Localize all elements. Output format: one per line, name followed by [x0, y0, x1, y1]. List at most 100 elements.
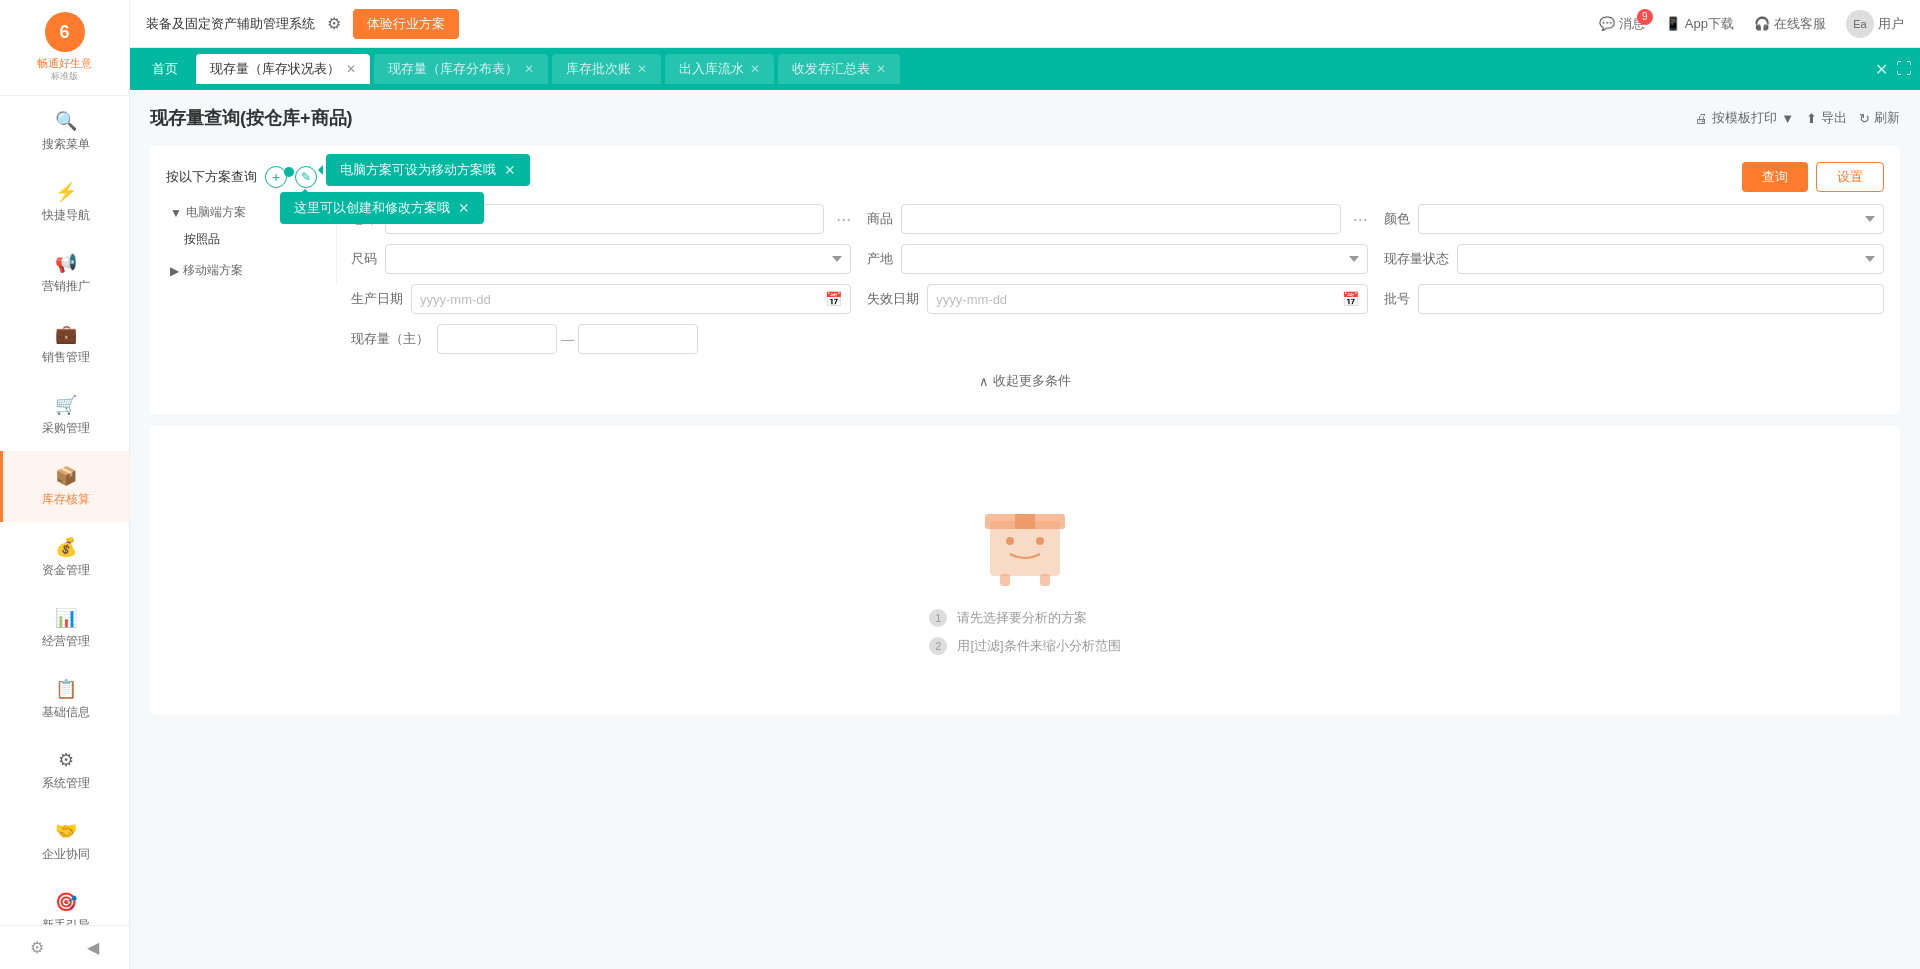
- sidebar-settings-button[interactable]: ⚙: [30, 938, 44, 957]
- sidebar-item-guide[interactable]: 🎯 新手引导: [0, 877, 129, 925]
- user-item[interactable]: Ea 用户: [1846, 10, 1904, 38]
- top-header: 装备及固定资产辅助管理系统 ⚙ 体验行业方案 💬 消息 9 📱 App下载 🎧 …: [130, 0, 1920, 48]
- support-icon: 🎧: [1754, 16, 1770, 31]
- refresh-button[interactable]: ↻ 刷新: [1859, 109, 1900, 127]
- goods-input[interactable]: [901, 204, 1340, 234]
- reset-button[interactable]: 设置: [1816, 162, 1884, 192]
- sidebar-item-label: 库存核算: [42, 491, 90, 508]
- tab-inventory-dist[interactable]: 现存量（库存分布表） ✕: [374, 54, 548, 84]
- support-item[interactable]: 🎧 在线客服: [1754, 15, 1826, 33]
- origin-select[interactable]: [901, 244, 1367, 274]
- tab-batch[interactable]: 库存批次账 ✕: [552, 54, 661, 84]
- scheme-tooltip: 电脑方案可设为移动方案哦 ✕: [326, 154, 530, 186]
- industry-btn[interactable]: 体验行业方案: [353, 9, 459, 39]
- sidebar-item-search[interactable]: 🔍 搜索菜单: [0, 96, 129, 167]
- sidebar-item-sales[interactable]: 💼 销售管理: [0, 309, 129, 380]
- tab-close-all-button[interactable]: ✕: [1875, 60, 1888, 79]
- search-button[interactable]: 查询: [1742, 162, 1808, 192]
- empty-svg: [965, 486, 1085, 586]
- goods-dots: ···: [1353, 210, 1368, 228]
- empty-illustration: [965, 486, 1085, 589]
- sidebar-collapse-button[interactable]: ◀: [87, 938, 99, 957]
- sidebar-item-finance[interactable]: 💰 资金管理: [0, 522, 129, 593]
- tab-label: 收发存汇总表: [792, 60, 870, 78]
- production-date-label: 生产日期: [351, 290, 403, 308]
- filter-section: 按以下方案查询 + ✎ « 电脑方案可设为移动方案哦 ✕ 查询 设置: [150, 146, 1900, 414]
- filter-search-actions: 查询 设置: [1742, 162, 1884, 192]
- size-filter: 尺码: [351, 244, 851, 274]
- sidebar-item-inventory[interactable]: 📦 库存核算: [0, 451, 129, 522]
- tab-home[interactable]: 首页: [138, 54, 192, 84]
- sidebar-item-marketing[interactable]: 📢 营销推广: [0, 238, 129, 309]
- desktop-scheme-label: 电脑端方案: [186, 204, 246, 221]
- sidebar-item-purchase[interactable]: 🛒 采购管理: [0, 380, 129, 451]
- message-item[interactable]: 💬 消息 9: [1599, 15, 1645, 33]
- enterprise-icon: 🤝: [55, 820, 77, 842]
- purchase-icon: 🛒: [55, 394, 77, 416]
- collapse-row[interactable]: ∧ 收起更多条件: [166, 364, 1884, 398]
- page-title-row: 现存量查询(按仓库+商品) 🖨 按模板打印 ▼ ⬆ 导出 ↻ 刷新: [150, 106, 1900, 130]
- color-select[interactable]: [1418, 204, 1884, 234]
- mobile-scheme-arrow: ▶: [170, 264, 179, 278]
- header-right: 💬 消息 9 📱 App下载 🎧 在线客服 Ea 用户: [1599, 10, 1904, 38]
- tab-close-icon[interactable]: ✕: [750, 62, 760, 76]
- production-date-placeholder: yyyy-mm-dd: [420, 292, 821, 307]
- create-tooltip-close[interactable]: ✕: [458, 200, 470, 216]
- size-select[interactable]: [385, 244, 851, 274]
- refresh-icon: ↻: [1859, 111, 1870, 126]
- download-item[interactable]: 📱 App下载: [1665, 15, 1734, 33]
- expiry-date-label: 失效日期: [867, 290, 919, 308]
- mobile-scheme-group[interactable]: ▶ 移动端方案: [162, 256, 336, 285]
- download-label: App下载: [1685, 15, 1734, 33]
- stock-status-select[interactable]: [1457, 244, 1884, 274]
- sidebar-item-basic[interactable]: 📋 基础信息: [0, 664, 129, 735]
- sidebar-item-system[interactable]: ⚙ 系统管理: [0, 735, 129, 806]
- batch-input[interactable]: [1418, 284, 1884, 314]
- empty-step1: 1 请先选择要分析的方案: [929, 609, 1120, 627]
- quicknav-icon: ⚡: [55, 181, 77, 203]
- sidebar-item-management[interactable]: 📊 经营管理: [0, 593, 129, 664]
- refresh-label: 刷新: [1874, 109, 1900, 127]
- sidebar-item-label: 销售管理: [42, 349, 90, 366]
- tab-close-icon[interactable]: ✕: [876, 62, 886, 76]
- tab-expand-button[interactable]: ⛶: [1896, 60, 1912, 78]
- sidebar-item-quicknav[interactable]: ⚡ 快捷导航: [0, 167, 129, 238]
- step2-text: 用[过滤]条件来缩小分析范围: [957, 637, 1120, 655]
- guide-icon: 🎯: [55, 891, 77, 913]
- tab-bar-right: ✕ ⛶: [1875, 60, 1912, 79]
- avatar-text: Ea: [1853, 18, 1866, 30]
- expiry-date-input[interactable]: yyyy-mm-dd 📅: [927, 284, 1367, 314]
- print-button[interactable]: 🖨 按模板打印 ▼: [1695, 109, 1794, 127]
- marketing-icon: 📢: [55, 252, 77, 274]
- create-tooltip-text: 这里可以创建和修改方案哦: [294, 199, 450, 217]
- stock-max-input[interactable]: [578, 324, 698, 354]
- collapse-label: 收起更多条件: [993, 372, 1071, 390]
- svg-rect-0: [990, 521, 1060, 576]
- sidebar-item-enterprise[interactable]: 🤝 企业协同: [0, 806, 129, 877]
- message-badge: 9: [1637, 9, 1653, 25]
- sidebar-item-label: 系统管理: [42, 775, 90, 792]
- scheme-item-product[interactable]: 按照品: [162, 227, 336, 252]
- avatar: Ea: [1846, 10, 1874, 38]
- scheme-tooltip-close[interactable]: ✕: [504, 162, 516, 178]
- calendar-icon: 📅: [825, 291, 842, 307]
- tab-close-icon[interactable]: ✕: [524, 62, 534, 76]
- stock-min-input[interactable]: [437, 324, 557, 354]
- svg-point-4: [1036, 537, 1044, 545]
- sidebar-item-label: 经营管理: [42, 633, 90, 650]
- tab-inout[interactable]: 出入库流水 ✕: [665, 54, 774, 84]
- tab-summary[interactable]: 收发存汇总表 ✕: [778, 54, 900, 84]
- filter-fields: 仓库 ··· 商品 ··· 颜色: [351, 204, 1884, 354]
- stock-main-filter: 现存量（主） —: [351, 324, 857, 354]
- range-separator: —: [561, 332, 574, 347]
- export-button[interactable]: ⬆ 导出: [1806, 109, 1847, 127]
- sidebar-bottom: ⚙ ◀: [0, 925, 129, 969]
- sidebar-item-label: 营销推广: [42, 278, 90, 295]
- tab-bar: 首页 现存量（库存状况表） ✕ 现存量（库存分布表） ✕ 库存批次账 ✕ 出入库…: [130, 48, 1920, 90]
- settings-icon[interactable]: ⚙: [327, 14, 341, 33]
- production-date-input[interactable]: yyyy-mm-dd 📅: [411, 284, 851, 314]
- tab-close-icon[interactable]: ✕: [637, 62, 647, 76]
- tab-close-icon[interactable]: ✕: [346, 62, 356, 76]
- production-date-filter: 生产日期 yyyy-mm-dd 📅: [351, 284, 851, 314]
- tab-inventory-status[interactable]: 现存量（库存状况表） ✕: [196, 54, 370, 84]
